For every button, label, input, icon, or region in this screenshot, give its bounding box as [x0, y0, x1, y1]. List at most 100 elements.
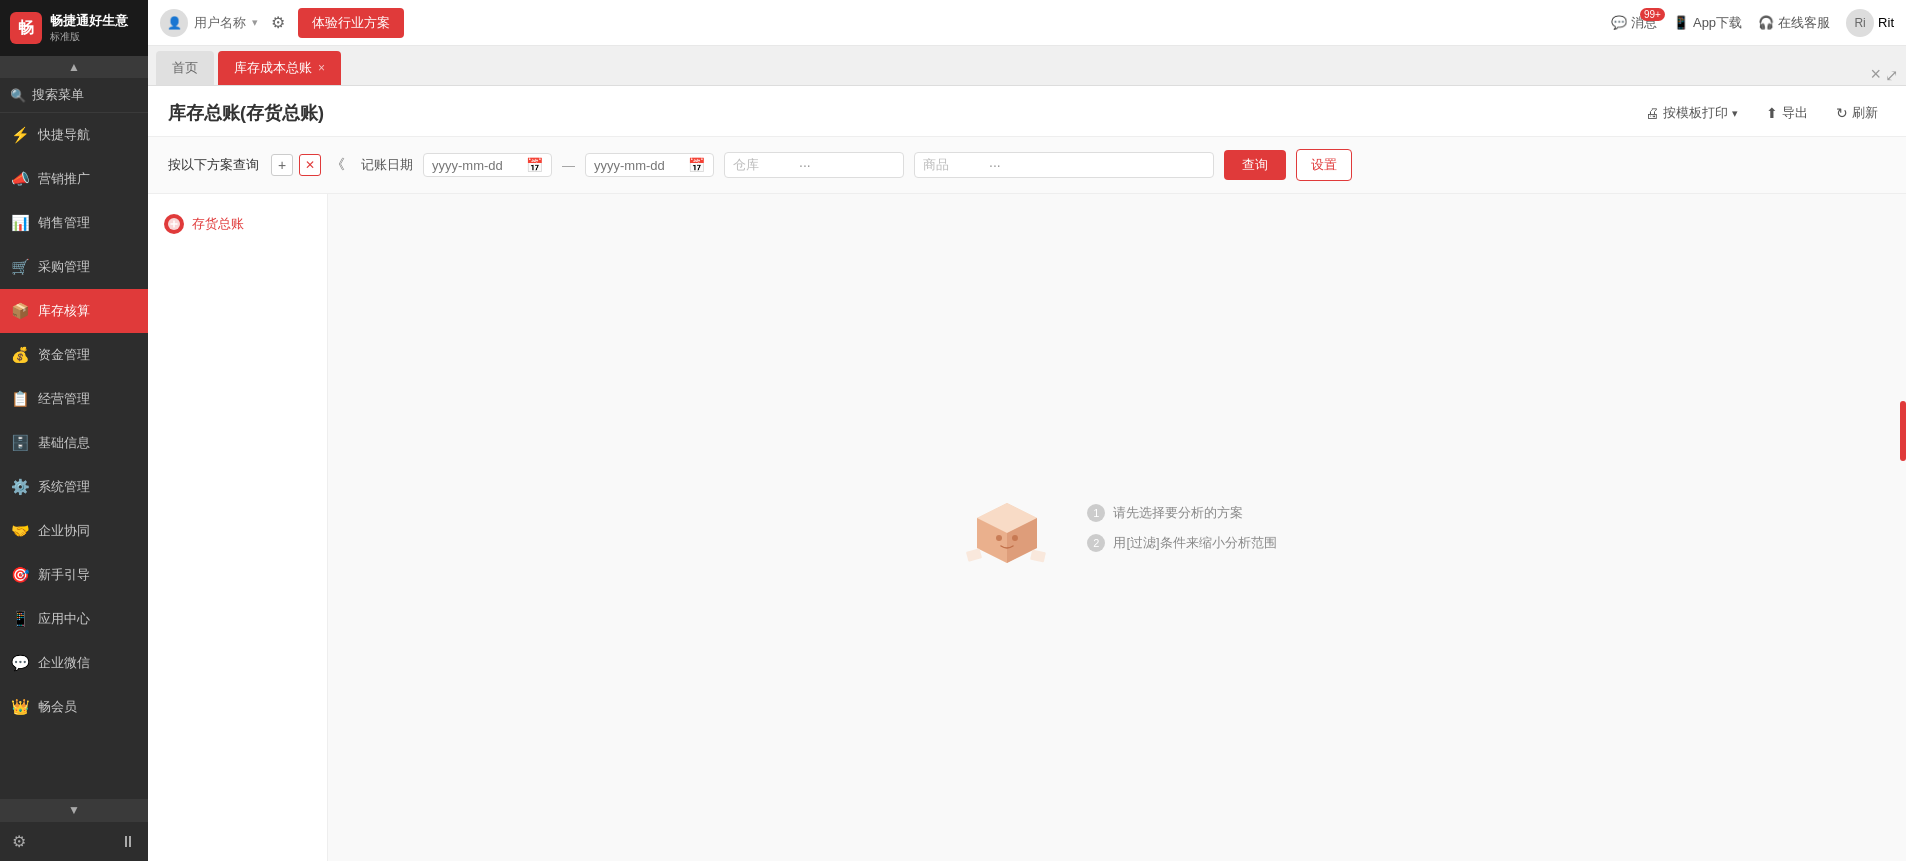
tab-home[interactable]: 首页	[156, 51, 214, 85]
settings-button[interactable]: 设置	[1296, 149, 1352, 181]
audio-icon[interactable]: ⏸	[120, 833, 136, 851]
scroll-up[interactable]: ▲	[0, 56, 148, 78]
sidebar-item-quick-nav[interactable]: ⚡ 快捷导航	[0, 113, 148, 157]
refresh-button[interactable]: ↻ 刷新	[1828, 100, 1886, 126]
user-name: 用户名称	[194, 14, 246, 32]
app-center-icon: 📱	[10, 609, 30, 629]
tab-bar: 首页 库存成本总账 × × ⤢	[148, 46, 1906, 86]
sidebar-item-app-center[interactable]: 📱 应用中心	[0, 597, 148, 641]
query-button[interactable]: 查询	[1224, 150, 1286, 180]
page-title: 库存总账(存货总账)	[168, 101, 324, 125]
date-start-input[interactable]	[432, 158, 522, 173]
sidebar-item-label: 销售管理	[38, 214, 90, 232]
tip-1: 1 请先选择要分析的方案	[1087, 504, 1276, 522]
export-button[interactable]: ⬆ 导出	[1758, 100, 1816, 126]
logo-area: 畅 畅捷通好生意 标准版	[0, 0, 148, 56]
sidebar-item-marketing[interactable]: 📣 营销推广	[0, 157, 148, 201]
calendar-start-icon[interactable]: 📅	[526, 157, 543, 173]
sidebar-item-label: 库存核算	[38, 302, 90, 320]
online-service-item[interactable]: 🎧 在线客服	[1758, 14, 1830, 32]
user-display-name: Rit	[1878, 15, 1894, 30]
sidebar-item-sales[interactable]: 📊 销售管理	[0, 201, 148, 245]
user-display-area[interactable]: Ri Rit	[1846, 9, 1894, 37]
date-end-wrap[interactable]: 📅	[585, 153, 714, 177]
sidebar-item-finance[interactable]: 💰 资金管理	[0, 333, 148, 377]
header-user-area: 👤 用户名称 ▾ ⚙ 体验行业方案	[160, 8, 1601, 38]
sidebar-item-label: 畅会员	[38, 698, 77, 716]
online-service-icon: 🎧	[1758, 15, 1774, 30]
scroll-down[interactable]: ▼	[0, 799, 148, 821]
sidebar-item-newbie[interactable]: 🎯 新手引导	[0, 553, 148, 597]
sidebar-item-label: 营销推广	[38, 170, 90, 188]
sidebar-item-inventory[interactable]: 📦 库存核算	[0, 289, 148, 333]
sidebar-item-wechat[interactable]: 💬 企业微信	[0, 641, 148, 685]
page-header: 库存总账(存货总账) 🖨 按模板打印 ▾ ⬆ 导出 ↻ 刷新	[148, 86, 1906, 137]
product-placeholder: 商品	[923, 156, 949, 174]
content-area: 存货总账	[148, 194, 1906, 861]
sidebar-item-purchase[interactable]: 🛒 采购管理	[0, 245, 148, 289]
inventory-ledger-item[interactable]: 存货总账	[148, 204, 327, 244]
filter-bar: 按以下方案查询 + ✕ 《 记账日期 📅 — 📅	[148, 137, 1906, 194]
sidebar-item-member[interactable]: 👑 畅会员	[0, 685, 148, 729]
messages-item[interactable]: 💬 消息 99+	[1611, 14, 1657, 32]
date-start-wrap[interactable]: 📅	[423, 153, 552, 177]
header-settings-icon[interactable]: ⚙	[264, 9, 292, 37]
tip-2: 2 用[过滤]条件来缩小分析范围	[1087, 534, 1276, 552]
calendar-end-icon[interactable]: 📅	[688, 157, 705, 173]
app-download-label: App下载	[1693, 14, 1742, 32]
filter-add-button[interactable]: +	[271, 154, 293, 176]
purchase-icon: 🛒	[10, 257, 30, 277]
app-download-item[interactable]: 📱 App下载	[1673, 14, 1742, 32]
page-header-actions: 🖨 按模板打印 ▾ ⬆ 导出 ↻ 刷新	[1637, 100, 1886, 126]
scroll-indicator[interactable]	[1900, 401, 1906, 461]
sidebar-item-label: 经营管理	[38, 390, 90, 408]
svg-rect-7	[966, 548, 982, 561]
inventory-ledger-label: 存货总账	[192, 215, 244, 233]
sidebar-item-enterprise[interactable]: 🤝 企业协同	[0, 509, 148, 553]
sidebar-item-operation[interactable]: 📋 经营管理	[0, 377, 148, 421]
settings-bottom-icon[interactable]: ⚙	[12, 832, 26, 851]
operation-icon: 📋	[10, 389, 30, 409]
print-icon: 🖨	[1645, 105, 1659, 121]
trial-button[interactable]: 体验行业方案	[298, 8, 404, 38]
tab-close-icon[interactable]: ×	[318, 61, 325, 75]
empty-illustration	[957, 478, 1057, 578]
refresh-label: 刷新	[1852, 104, 1878, 122]
sidebar-item-label: 企业微信	[38, 654, 90, 672]
product-more-icon[interactable]: ···	[989, 157, 1001, 173]
member-icon: 👑	[10, 697, 30, 717]
panel-close-button[interactable]: ×	[1870, 64, 1881, 85]
filter-left-arrow-icon[interactable]: 《	[327, 154, 349, 176]
search-menu[interactable]: 🔍 搜索菜单	[0, 78, 148, 113]
filter-fields: 记账日期 📅 — 📅 仓库 ···	[361, 149, 1886, 181]
export-icon: ⬆	[1766, 105, 1778, 121]
sidebar-item-label: 企业协同	[38, 522, 90, 540]
finance-icon: 💰	[10, 345, 30, 365]
expand-icon[interactable]: ⤢	[1885, 66, 1898, 85]
warehouse-select[interactable]: 仓库 ···	[724, 152, 904, 178]
sidebar-item-basic[interactable]: 🗄️ 基础信息	[0, 421, 148, 465]
sidebar-bottom: ⚙ ⏸	[0, 821, 148, 861]
svg-rect-8	[1030, 549, 1046, 562]
main-area: 👤 用户名称 ▾ ⚙ 体验行业方案 💬 消息 99+ 📱 App下载 🎧 在线客…	[148, 0, 1906, 861]
date-end-input[interactable]	[594, 158, 684, 173]
message-icon: 💬	[1611, 15, 1627, 30]
print-button[interactable]: 🖨 按模板打印 ▾	[1637, 100, 1746, 126]
warehouse-more-icon[interactable]: ···	[799, 157, 811, 173]
print-label: 按模板打印	[1663, 104, 1728, 122]
sidebar-item-system[interactable]: ⚙️ 系统管理	[0, 465, 148, 509]
tab-inventory-cost[interactable]: 库存成本总账 ×	[218, 51, 341, 85]
empty-state: 1 请先选择要分析的方案 2 用[过滤]条件来缩小分析范围	[957, 478, 1276, 578]
print-dropdown-icon[interactable]: ▾	[1732, 107, 1738, 120]
export-label: 导出	[1782, 104, 1808, 122]
inventory-icon: 📦	[10, 301, 30, 321]
product-select[interactable]: 商品 ···	[914, 152, 1214, 178]
logo-text: 畅捷通好生意 标准版	[50, 12, 128, 44]
dropdown-arrow-icon[interactable]: ▾	[252, 16, 258, 29]
sidebar-item-label: 采购管理	[38, 258, 90, 276]
basic-icon: 🗄️	[10, 433, 30, 453]
data-area: 1 请先选择要分析的方案 2 用[过滤]条件来缩小分析范围	[328, 194, 1906, 861]
logo-sub: 标准版	[50, 30, 128, 44]
refresh-icon: ↻	[1836, 105, 1848, 121]
filter-collapse-button[interactable]: ✕	[299, 154, 321, 176]
